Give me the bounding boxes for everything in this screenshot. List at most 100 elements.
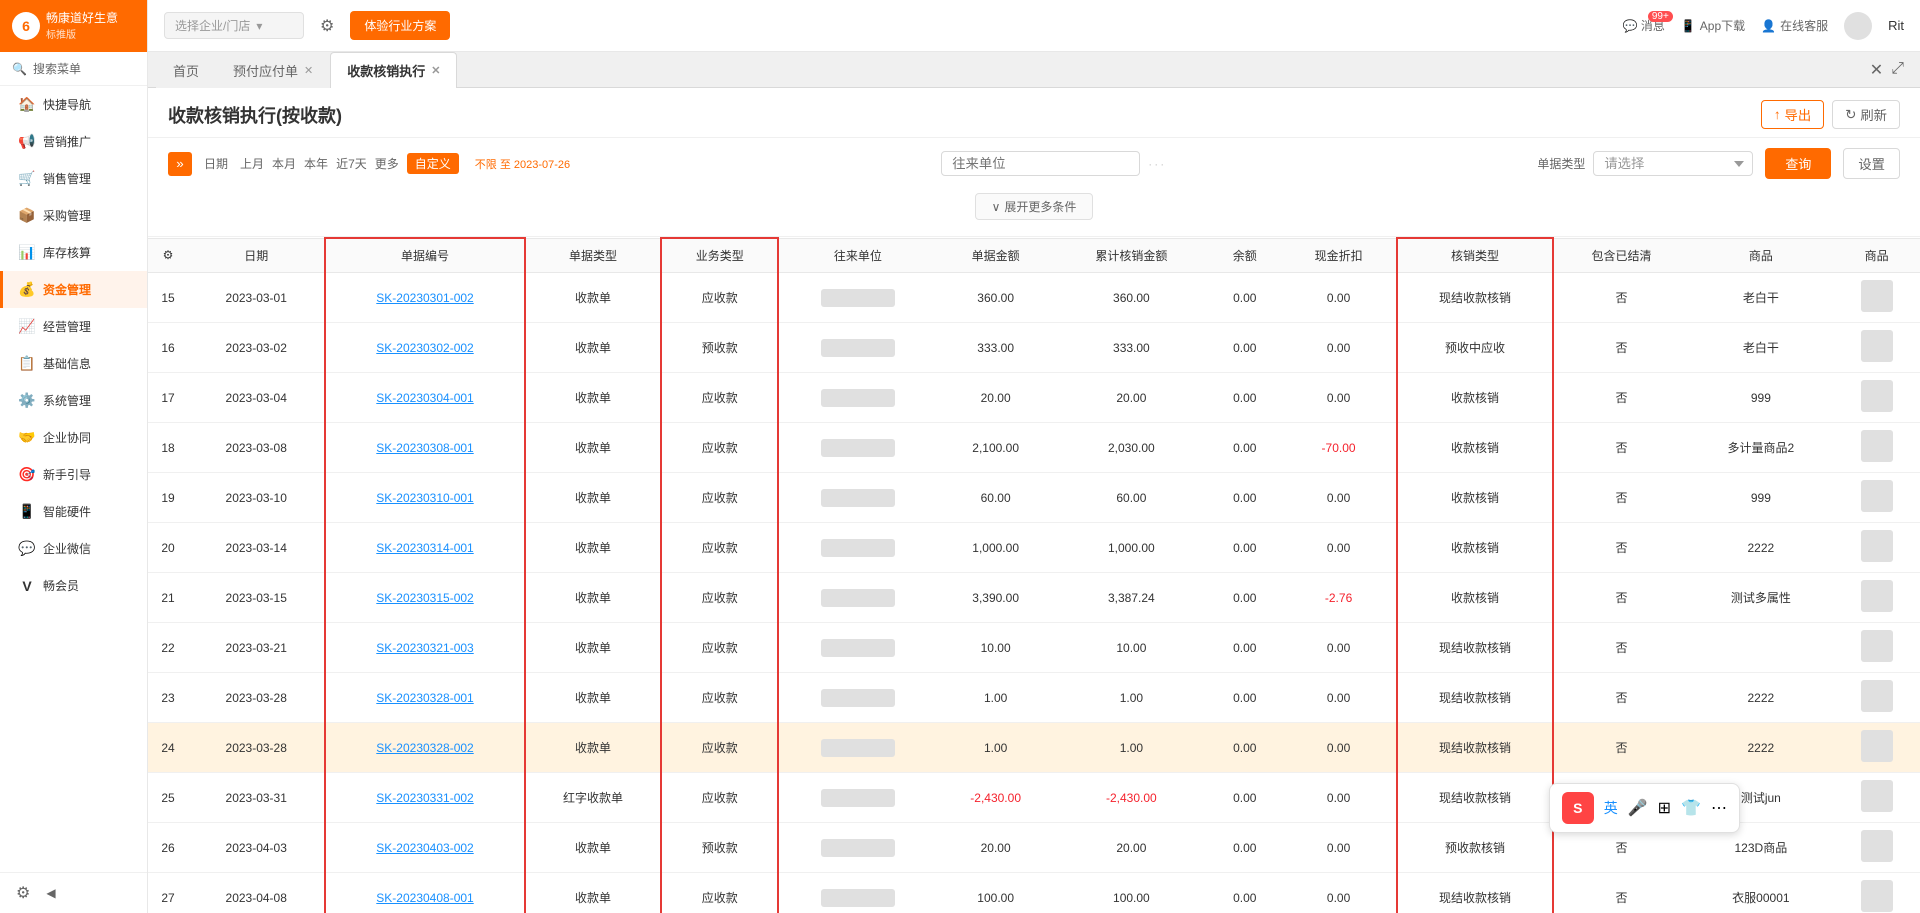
expand-conditions-button[interactable]: ∨ 展开更多条件 — [975, 193, 1094, 220]
system-icon: ⚙️ — [19, 393, 35, 409]
sidebar-search[interactable]: 🔍 搜索菜单 — [0, 52, 147, 86]
ime-grid[interactable]: ⊞ — [1658, 798, 1671, 818]
sidebar-item-member[interactable]: V 畅会员 — [0, 567, 147, 604]
sidebar-item-shortcut[interactable]: 🏠 快捷导航 — [0, 86, 147, 123]
row-balance: 0.00 — [1208, 823, 1281, 873]
message-button[interactable]: 💬 消息 99+ — [1623, 17, 1665, 34]
row-product: 测试多属性 — [1689, 573, 1834, 623]
sidebar-item-operation[interactable]: 📈 经营管理 — [0, 308, 147, 345]
row-biz-type: 应收款 — [661, 473, 778, 523]
export-button[interactable]: ↑ 导出 — [1761, 100, 1824, 129]
online-service-label: 在线客服 — [1780, 17, 1828, 34]
row-cash-discount: 0.00 — [1282, 373, 1397, 423]
tab-home[interactable]: 首页 — [156, 52, 216, 88]
row-bill-type: 红字收款单 — [525, 773, 662, 823]
date-custom-button[interactable]: 自定义 — [407, 153, 459, 174]
row-date: 2023-03-01 — [188, 273, 325, 323]
industry-solution-button[interactable]: 体验行业方案 — [350, 11, 450, 40]
row-balance: 0.00 — [1208, 773, 1281, 823]
sidebar-item-purchase[interactable]: 📦 采购管理 — [0, 197, 147, 234]
app-download-link[interactable]: 📱 App下载 — [1681, 17, 1745, 34]
refresh-label: 刷新 — [1860, 105, 1887, 124]
row-date: 2023-03-31 — [188, 773, 325, 823]
table-row: 23 2023-03-28 SK-20230328-001 收款单 应收款 ██… — [148, 673, 1920, 723]
sidebar-item-system[interactable]: ⚙️ 系统管理 — [0, 382, 147, 419]
table-row: 22 2023-03-21 SK-20230321-003 收款单 应收款 ██… — [148, 623, 1920, 673]
bill-type-select[interactable]: 请选择 — [1593, 151, 1753, 176]
row-bill-type: 收款单 — [525, 473, 662, 523]
tab-prepayment[interactable]: 预付应付单 ✕ — [216, 52, 330, 88]
tab-receipt-cancel-close[interactable]: ✕ — [431, 64, 440, 77]
partner-input[interactable] — [941, 151, 1140, 176]
row-partner: ████ — [778, 473, 936, 523]
row-balance: 0.00 — [1208, 473, 1281, 523]
page-title: 收款核销执行(按收款) — [168, 102, 342, 128]
row-cash-discount: -2.76 — [1282, 573, 1397, 623]
refresh-button[interactable]: ↻ 刷新 — [1832, 100, 1900, 129]
col-gear-header[interactable]: ⚙ — [148, 238, 188, 273]
sidebar-item-sales[interactable]: 🛒 销售管理 — [0, 160, 147, 197]
ime-mic[interactable]: 🎤 — [1628, 798, 1648, 818]
row-bill-type: 收款单 — [525, 323, 662, 373]
online-service-link[interactable]: 👤 在线客服 — [1761, 17, 1828, 34]
row-bill-type: 收款单 — [525, 573, 662, 623]
row-no: 27 — [148, 873, 188, 913]
sidebar-item-marketing[interactable]: 📢 营销推广 — [0, 123, 147, 160]
company-selector[interactable]: 选择企业/门店 ▾ — [164, 12, 304, 39]
row-product: 2222 — [1689, 523, 1834, 573]
row-bill-type: 收款单 — [525, 623, 662, 673]
toggle-icon: » — [176, 156, 183, 171]
tab-prepayment-close[interactable]: ✕ — [304, 64, 313, 77]
avatar[interactable] — [1844, 12, 1872, 40]
date-last-month[interactable]: 上月 — [240, 155, 264, 172]
row-date: 2023-03-02 — [188, 323, 325, 373]
row-bill-no: SK-20230314-001 — [325, 523, 524, 573]
guide-icon: 🎯 — [19, 467, 35, 483]
sidebar-item-basic[interactable]: 📋 基础信息 — [0, 345, 147, 382]
setting-button[interactable]: 设置 — [1843, 148, 1900, 179]
gear-icon[interactable]: ⚙ — [316, 12, 338, 40]
sidebar-item-hardware[interactable]: 📱 智能硬件 — [0, 493, 147, 530]
maximize-icon[interactable]: ⤢ — [1891, 60, 1904, 80]
topbar: 选择企业/门店 ▾ ⚙ 体验行业方案 💬 消息 99+ 📱 App下载 👤 在线… — [148, 0, 1920, 52]
row-biz-type: 应收款 — [661, 373, 778, 423]
date-this-month[interactable]: 本月 — [272, 155, 296, 172]
sidebar-item-label: 系统管理 — [43, 392, 91, 409]
row-biz-type: 应收款 — [661, 573, 778, 623]
close-window-icon[interactable]: ✕ — [1870, 60, 1883, 80]
date-7days[interactable]: 近7天 — [336, 155, 367, 172]
purchase-icon: 📦 — [19, 208, 35, 224]
settings-icon[interactable]: ⚙ — [16, 883, 30, 903]
row-bill-type: 收款单 — [525, 873, 662, 913]
collapse-icon[interactable]: ◀ — [46, 886, 55, 900]
ime-logo: S — [1562, 792, 1594, 824]
ime-shirt[interactable]: 👕 — [1681, 798, 1701, 818]
filter-toggle-button[interactable]: » — [168, 152, 192, 176]
row-bill-type: 收款单 — [525, 423, 662, 473]
row-product: 衣服00001 — [1689, 873, 1834, 913]
row-bill-type: 收款单 — [525, 673, 662, 723]
sidebar-item-label: 企业协同 — [43, 429, 91, 446]
sidebar-item-wechat[interactable]: 💬 企业微信 — [0, 530, 147, 567]
row-date: 2023-04-08 — [188, 873, 325, 913]
table-row: 20 2023-03-14 SK-20230314-001 收款单 应收款 ██… — [148, 523, 1920, 573]
chevron-down-icon: ∨ — [992, 200, 1001, 214]
date-this-year[interactable]: 本年 — [304, 155, 328, 172]
date-more[interactable]: 更多 — [375, 155, 399, 172]
col-cancel-type-header: 核销类型 — [1397, 238, 1554, 273]
row-biz-type: 应收款 — [661, 873, 778, 913]
sidebar-item-corp[interactable]: 🤝 企业协同 — [0, 419, 147, 456]
tab-receipt-cancel[interactable]: 收款核销执行 ✕ — [330, 52, 457, 88]
row-bill-type: 收款单 — [525, 723, 662, 773]
row-bill-no: SK-20230328-002 — [325, 723, 524, 773]
tab-receipt-cancel-label: 收款核销执行 — [347, 61, 425, 80]
sidebar-item-finance[interactable]: 💰 资金管理 — [0, 271, 147, 308]
sidebar-item-guide[interactable]: 🎯 新手引导 — [0, 456, 147, 493]
row-partner: ████ — [778, 773, 936, 823]
row-no: 15 — [148, 273, 188, 323]
row-product2 — [1833, 423, 1920, 473]
ime-more[interactable]: ⋯ — [1711, 798, 1727, 818]
row-include-settled: 否 — [1553, 873, 1688, 913]
sidebar-item-inventory[interactable]: 📊 库存核算 — [0, 234, 147, 271]
query-button[interactable]: 查询 — [1765, 148, 1831, 179]
